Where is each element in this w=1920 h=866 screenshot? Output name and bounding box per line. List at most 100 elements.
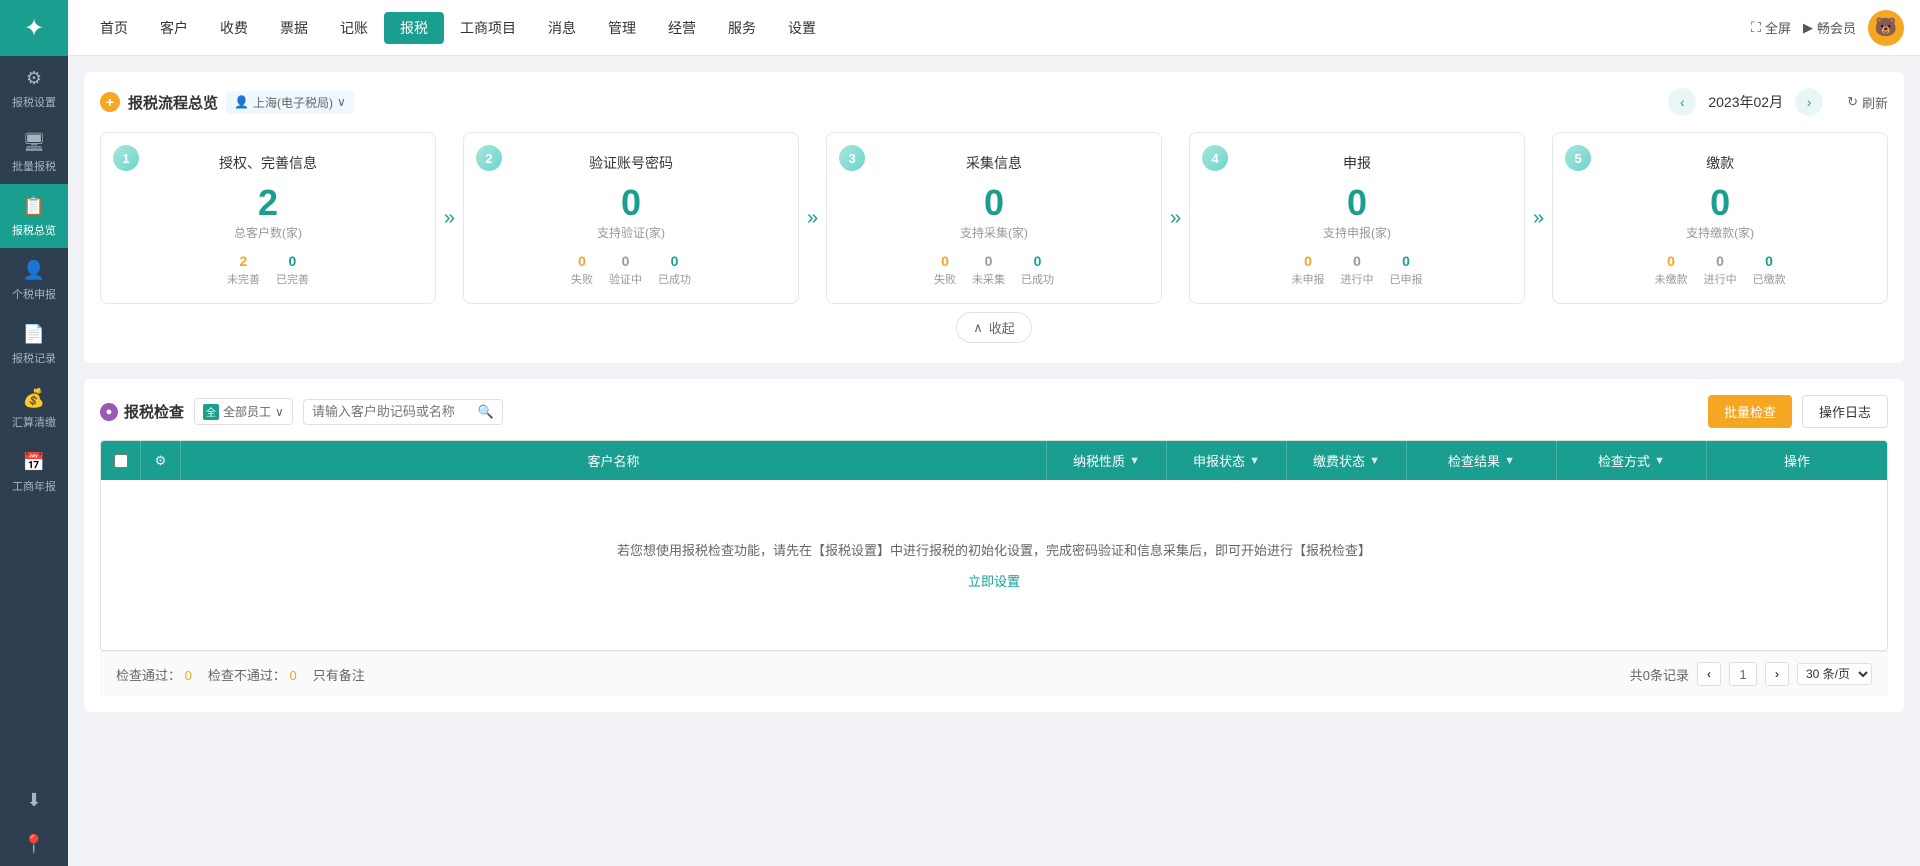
location-badge[interactable]: 👤 上海(电子税局) ∨ bbox=[226, 91, 354, 114]
stat-label: 未完善 bbox=[227, 271, 260, 287]
nav-home[interactable]: 首页 bbox=[84, 12, 144, 44]
month-label: 2023年02月 bbox=[1708, 92, 1783, 112]
month-nav: ‹ 2023年02月 › bbox=[1668, 88, 1823, 116]
stat-label: 验证中 bbox=[609, 271, 642, 287]
location-nav-icon: 📍 bbox=[22, 832, 46, 856]
stat-label: 进行中 bbox=[1341, 271, 1374, 287]
sidebar-item-label: 报税总览 bbox=[12, 222, 56, 238]
flow-arrow-1: » bbox=[436, 132, 463, 304]
card-title-2: 验证账号密码 bbox=[480, 153, 782, 173]
nav-accounting[interactable]: 记账 bbox=[324, 12, 384, 44]
sidebar-item-batch-tax[interactable]: 🖥 批量报税 bbox=[0, 120, 68, 184]
setup-link[interactable]: 立即设置 bbox=[968, 571, 1020, 590]
select-all-checkbox[interactable] bbox=[114, 454, 128, 468]
tax-settings-icon: ⚙ bbox=[22, 66, 46, 90]
sidebar-item-label: 报税设置 bbox=[12, 94, 56, 110]
staff-icon: 全 bbox=[203, 404, 219, 420]
vip-icon: ▶ bbox=[1803, 20, 1813, 36]
vip-button[interactable]: ▶ 畅会员 bbox=[1803, 18, 1856, 37]
nav-fees[interactable]: 收费 bbox=[204, 12, 264, 44]
th-checkbox bbox=[101, 441, 141, 480]
sub-label-4: 支持申报(家) bbox=[1206, 224, 1508, 241]
filter-icon[interactable]: ▼ bbox=[1504, 455, 1515, 467]
th-action: 操作 bbox=[1707, 441, 1887, 480]
stat-label: 已缴款 bbox=[1753, 271, 1786, 287]
main-number-1: 2 bbox=[117, 181, 419, 224]
staff-label: 全部员工 bbox=[223, 403, 271, 420]
sidebar-item-download[interactable]: ⬇ bbox=[0, 778, 68, 822]
nav-settings[interactable]: 设置 bbox=[772, 12, 832, 44]
main-number-2: 0 bbox=[480, 181, 782, 224]
sidebar-item-personal-filing[interactable]: 👤 个税申报 bbox=[0, 248, 68, 312]
collapse-button[interactable]: ∧ 收起 bbox=[956, 312, 1032, 343]
sidebar-item-annual-report[interactable]: 📅 工商年报 bbox=[0, 440, 68, 504]
stat-num: 0 bbox=[1716, 253, 1724, 269]
sidebar-item-label: 工商年报 bbox=[12, 478, 56, 494]
nav-tax[interactable]: 报税 bbox=[384, 12, 444, 44]
fail-count[interactable]: 0 bbox=[290, 668, 297, 683]
personal-filing-icon: 👤 bbox=[22, 258, 46, 282]
sidebar-item-location-nav[interactable]: 📍 bbox=[0, 822, 68, 866]
search-input[interactable] bbox=[312, 404, 472, 419]
log-button[interactable]: 操作日志 bbox=[1802, 395, 1888, 428]
prev-month-button[interactable]: ‹ bbox=[1668, 88, 1696, 116]
stat-item: 0 已缴款 bbox=[1753, 253, 1786, 287]
batch-check-button[interactable]: 批量检查 bbox=[1708, 395, 1792, 428]
fullscreen-button[interactable]: ⛶ 全屏 bbox=[1751, 18, 1791, 37]
app-logo[interactable]: ✦ bbox=[0, 0, 68, 56]
table-footer: 检查通过： 0 检查不通过： 0 只有备注 共0条记录 ‹ 1 › 30 条/页 bbox=[100, 651, 1888, 696]
collapse-label: 收起 bbox=[989, 318, 1015, 337]
per-page-select[interactable]: 30 条/页 bbox=[1797, 663, 1872, 685]
stat-num: 0 bbox=[941, 253, 949, 269]
sidebar-item-label: 批量报税 bbox=[12, 158, 56, 174]
stat-item: 0 失败 bbox=[934, 253, 956, 287]
filter-icon[interactable]: ▼ bbox=[1369, 455, 1380, 467]
fail-label: 检查不通过： 0 bbox=[208, 665, 297, 684]
fullscreen-icon: ⛶ bbox=[1751, 19, 1761, 36]
stat-item: 0 未采集 bbox=[972, 253, 1005, 287]
prev-page-button[interactable]: ‹ bbox=[1697, 662, 1721, 686]
check-header: ● 报税检查 全 全部员工 ∨ 🔍 批量检查 操作日志 bbox=[100, 395, 1888, 428]
sidebar-item-tax-records[interactable]: 📄 报税记录 bbox=[0, 312, 68, 376]
total-records: 共0条记录 bbox=[1630, 665, 1689, 684]
sidebar-item-settlement[interactable]: 💰 汇算清缴 bbox=[0, 376, 68, 440]
stat-item: 0 失败 bbox=[571, 253, 593, 287]
gear-icon[interactable]: ⚙ bbox=[155, 453, 167, 469]
avatar[interactable]: 🐻 bbox=[1868, 10, 1904, 46]
stat-num: 0 bbox=[1402, 253, 1410, 269]
refresh-button[interactable]: ↻ 刷新 bbox=[1847, 93, 1888, 112]
flow-arrow-3: » bbox=[1162, 132, 1189, 304]
next-page-button[interactable]: › bbox=[1765, 662, 1789, 686]
note-label: 只有备注 bbox=[313, 665, 365, 684]
search-icon[interactable]: 🔍 bbox=[478, 404, 494, 420]
flow-arrow-2: » bbox=[799, 132, 826, 304]
nav-business[interactable]: 工商项目 bbox=[444, 12, 532, 44]
next-month-button[interactable]: › bbox=[1795, 88, 1823, 116]
nav-messages[interactable]: 消息 bbox=[532, 12, 592, 44]
filter-icon[interactable]: ▼ bbox=[1129, 455, 1140, 467]
avatar-icon: 🐻 bbox=[1875, 17, 1897, 38]
sub-label-1: 总客户数(家) bbox=[117, 224, 419, 241]
nav-management[interactable]: 管理 bbox=[592, 12, 652, 44]
sidebar-item-tax-overview[interactable]: 📋 报税总览 bbox=[0, 184, 68, 248]
stat-label: 已申报 bbox=[1390, 271, 1423, 287]
flow-card-3: 3 采集信息 0 支持采集(家) 0 失败 0 未采集 bbox=[826, 132, 1162, 304]
nav-operations[interactable]: 经营 bbox=[652, 12, 712, 44]
filter-icon[interactable]: ▼ bbox=[1654, 455, 1665, 467]
sidebar-item-tax-settings[interactable]: ⚙ 报税设置 bbox=[0, 56, 68, 120]
nav-invoices[interactable]: 票据 bbox=[264, 12, 324, 44]
check-table: ⚙ 客户名称 纳税性质 ▼ 申报状态 ▼ 缴费状态 ▼ bbox=[100, 440, 1888, 651]
staff-selector[interactable]: 全 全部员工 ∨ bbox=[194, 398, 293, 425]
filter-icon[interactable]: ▼ bbox=[1249, 455, 1260, 467]
empty-message: 若您想使用报税检查功能，请先在【报税设置】中进行报税的初始化设置，完成密码验证和… bbox=[617, 540, 1371, 559]
stat-num: 2 bbox=[240, 253, 248, 269]
stat-num: 0 bbox=[1765, 253, 1773, 269]
nav-clients[interactable]: 客户 bbox=[144, 12, 204, 44]
stat-num: 0 bbox=[622, 253, 630, 269]
content-area: + 报税流程总览 👤 上海(电子税局) ∨ ‹ 2023年02月 › ↻ 刷新 bbox=[68, 56, 1920, 866]
nav-services[interactable]: 服务 bbox=[712, 12, 772, 44]
stat-label: 未采集 bbox=[972, 271, 1005, 287]
tax-records-icon: 📄 bbox=[22, 322, 46, 346]
stat-label: 已完善 bbox=[276, 271, 309, 287]
pass-count[interactable]: 0 bbox=[185, 668, 192, 683]
